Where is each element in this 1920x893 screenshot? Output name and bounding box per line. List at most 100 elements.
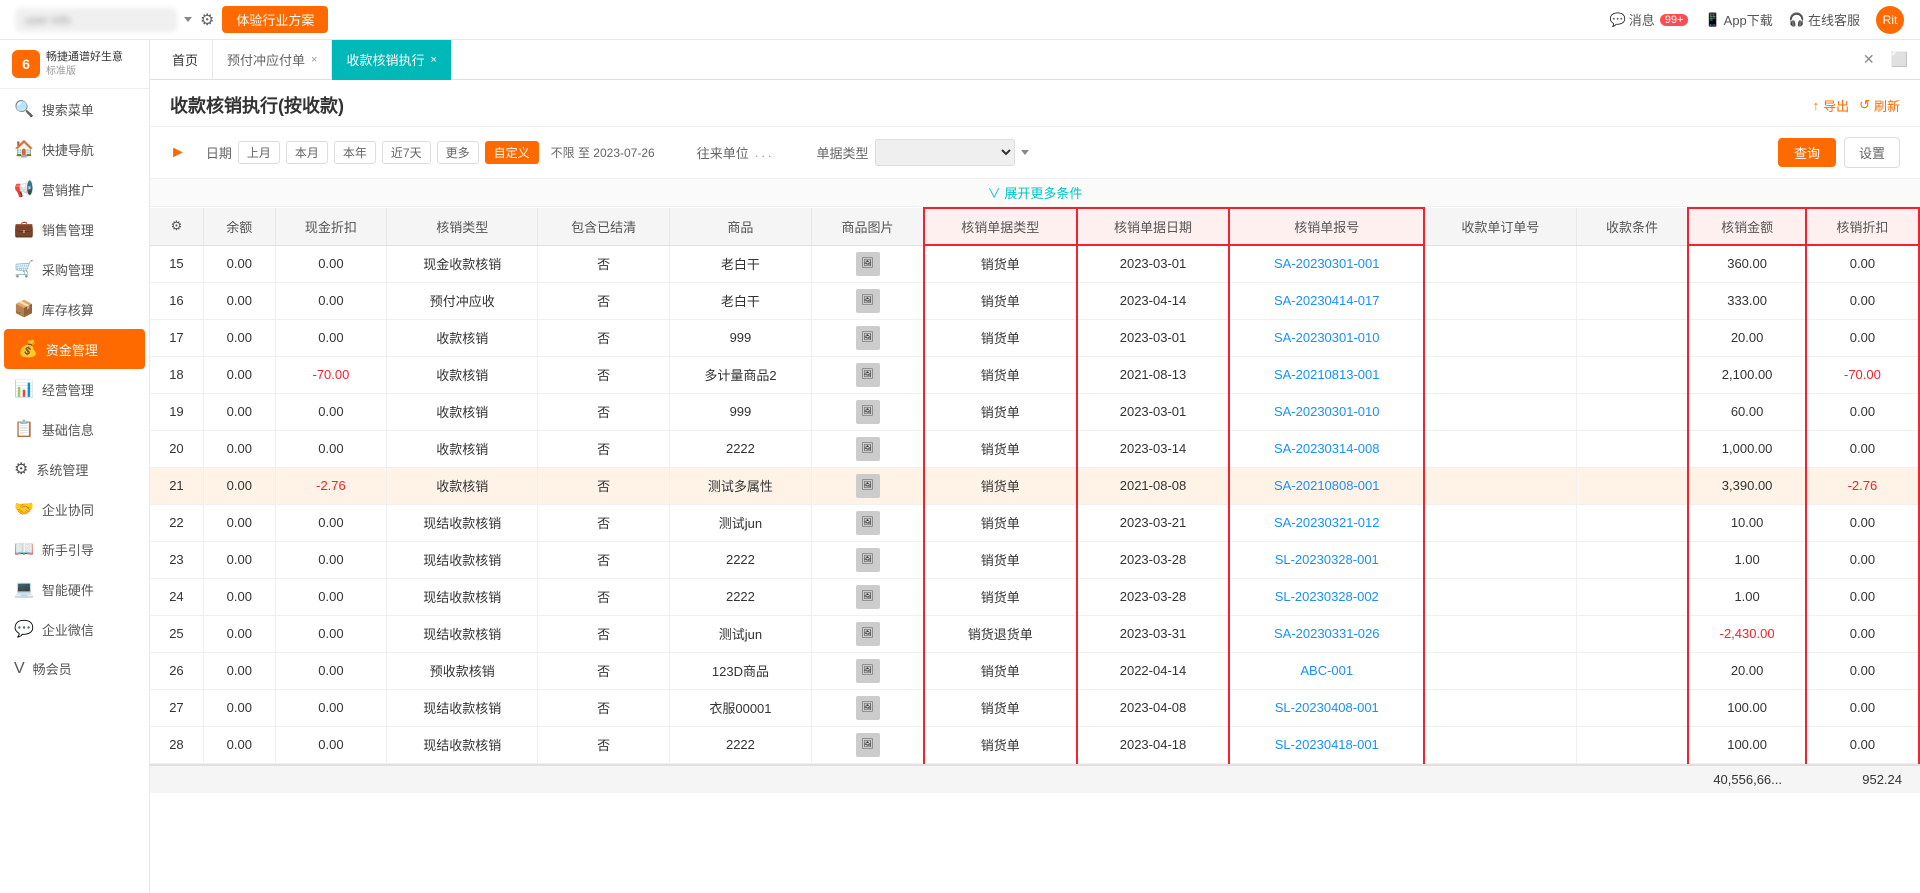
sidebar-item-guide[interactable]: 📖新手引导: [0, 529, 149, 569]
cell-verify-bill-type: 销货单: [924, 319, 1077, 356]
online-service-link[interactable]: 🎧 在线客服: [1789, 10, 1860, 29]
tab-home[interactable]: 首页: [158, 40, 213, 80]
sidebar-item-operation[interactable]: 📊经营管理: [0, 369, 149, 409]
cell-verify-bill-no[interactable]: SA-20230414-017: [1229, 282, 1424, 319]
cell-verify-bill-no[interactable]: SA-20210808-001: [1229, 467, 1424, 504]
gear-settings-button[interactable]: ⚙: [200, 10, 214, 30]
sidebar-item-system[interactable]: ⚙系统管理: [0, 449, 149, 489]
tab-actions: ✕ ⬜: [1859, 47, 1912, 72]
receipt-type-select[interactable]: [875, 139, 1015, 166]
cell-cash-discount: 0.00: [275, 578, 387, 615]
cell-goods-img: 🖼: [812, 726, 924, 763]
sidebar-item-member[interactable]: V畅会员: [0, 649, 149, 688]
message-icon-area[interactable]: 💬 消息 99+: [1610, 10, 1689, 29]
tab-receipt[interactable]: 收款核销执行 ×: [332, 40, 451, 80]
verify-bill-no-link[interactable]: SL-20230328-002: [1275, 589, 1379, 604]
cell-cash-discount: 0.00: [275, 504, 387, 541]
cell-verify-bill-type: 销货退货单: [924, 615, 1077, 652]
more-date-btn[interactable]: 更多: [437, 141, 479, 164]
cell-verify-bill-no[interactable]: SL-20230328-002: [1229, 578, 1424, 615]
table-row: 15 0.00 0.00 现金收款核销 否 老白干 🖼 销货单 2023-03-…: [150, 245, 1919, 282]
query-button[interactable]: 查询: [1778, 138, 1836, 167]
sidebar-item-enterprise[interactable]: 🤝企业协同: [0, 489, 149, 529]
verify-bill-no-link[interactable]: SA-20230414-017: [1274, 293, 1380, 308]
this-year-btn[interactable]: 本年: [334, 141, 376, 164]
verify-bill-no-link[interactable]: SA-20210808-001: [1274, 478, 1380, 493]
verify-bill-no-link[interactable]: SL-20230328-001: [1275, 552, 1379, 567]
verify-bill-no-link[interactable]: SA-20230321-012: [1274, 515, 1380, 530]
app-download-link[interactable]: 📱 App下载: [1704, 10, 1772, 29]
sidebar-item-sales[interactable]: 💼销售管理: [0, 209, 149, 249]
verify-bill-no-link[interactable]: SA-20230301-010: [1274, 404, 1380, 419]
last-7-days-btn[interactable]: 近7天: [382, 141, 431, 164]
sidebar-item-purchase[interactable]: 🛒采购管理: [0, 249, 149, 289]
table-row: 17 0.00 0.00 收款核销 否 999 🖼 销货单 2023-03-01…: [150, 319, 1919, 356]
sidebar-item-search-menu[interactable]: 🔍搜索菜单: [0, 89, 149, 129]
custom-date-btn[interactable]: 自定义: [485, 141, 539, 164]
cell-include-settled: 否: [538, 430, 669, 467]
cell-verify-bill-no[interactable]: SA-20210813-001: [1229, 356, 1424, 393]
cell-verify-bill-no[interactable]: SA-20230301-001: [1229, 245, 1424, 282]
verify-bill-no-link[interactable]: SA-20230314-008: [1274, 441, 1380, 456]
verify-bill-no-link[interactable]: SA-20230331-026: [1274, 626, 1380, 641]
verify-bill-no-link[interactable]: SL-20230408-001: [1275, 700, 1379, 715]
sidebar-item-marketing[interactable]: 📢营销推广: [0, 169, 149, 209]
table-row: 16 0.00 0.00 预付冲应收 否 老白干 🖼 销货单 2023-04-1…: [150, 282, 1919, 319]
sidebar-item-smart[interactable]: 💻智能硬件: [0, 569, 149, 609]
cell-receipt-condition: [1576, 578, 1688, 615]
settings-button[interactable]: 设置: [1844, 137, 1900, 168]
footer-verify-amount-total: 40,556,66...: [1702, 772, 1782, 787]
table-row: 24 0.00 0.00 现结收款核销 否 2222 🖼 销货单 2023-03…: [150, 578, 1919, 615]
user-avatar[interactable]: Rit: [1876, 6, 1904, 34]
cell-verify-bill-no[interactable]: ABC-001: [1229, 652, 1424, 689]
cell-verify-bill-no[interactable]: SA-20230321-012: [1229, 504, 1424, 541]
top-bar-right: 💬 消息 99+ 📱 App下载 🎧 在线客服 Rit: [1610, 6, 1904, 34]
quick-nav-icon: 🏠: [14, 139, 34, 159]
sidebar-item-inventory[interactable]: 📦库存核算: [0, 289, 149, 329]
cell-verify-bill-date: 2022-04-14: [1077, 652, 1230, 689]
finance-label: 资金管理: [46, 340, 98, 359]
filter-expand-arrow[interactable]: ►: [170, 144, 186, 162]
sidebar-item-basic[interactable]: 📋基础信息: [0, 409, 149, 449]
table-row: 28 0.00 0.00 现结收款核销 否 2222 🖼 销货单 2023-04…: [150, 726, 1919, 763]
cell-verify-bill-no[interactable]: SA-20230331-026: [1229, 615, 1424, 652]
cell-verify-bill-no[interactable]: SA-20230301-010: [1229, 393, 1424, 430]
export-button[interactable]: ↑ 导出: [1813, 96, 1850, 115]
cell-goods-img: 🖼: [812, 689, 924, 726]
tab-close-all-button[interactable]: ✕: [1859, 47, 1879, 72]
receipt-tab-close-icon[interactable]: ×: [430, 54, 436, 66]
expand-conditions-button[interactable]: ∨ 展开更多条件: [988, 183, 1083, 202]
last-month-btn[interactable]: 上月: [238, 141, 280, 164]
cell-verify-discount: 0.00: [1806, 578, 1919, 615]
cell-verify-bill-no[interactable]: SL-20230328-001: [1229, 541, 1424, 578]
tab-maximize-button[interactable]: ⬜: [1887, 47, 1912, 72]
cell-receipt-condition: [1576, 430, 1688, 467]
col-header-settings[interactable]: ⚙: [150, 208, 203, 245]
cell-receipt-order-no: [1424, 541, 1576, 578]
cell-verify-bill-no[interactable]: SL-20230418-001: [1229, 726, 1424, 763]
cell-verify-bill-no[interactable]: SA-20230314-008: [1229, 430, 1424, 467]
cell-verify-bill-no[interactable]: SL-20230408-001: [1229, 689, 1424, 726]
cell-verify-bill-date: 2023-03-28: [1077, 541, 1230, 578]
sidebar-item-finance[interactable]: 💰资金管理: [4, 329, 145, 369]
cell-goods: 2222: [669, 726, 811, 763]
cell-receipt-order-no: [1424, 430, 1576, 467]
sidebar-item-quick-nav[interactable]: 🏠快捷导航: [0, 129, 149, 169]
cell-verify-bill-no[interactable]: SA-20230301-010: [1229, 319, 1424, 356]
prepay-tab-close-icon[interactable]: ×: [311, 54, 317, 66]
sidebar-item-wechat[interactable]: 💬企业微信: [0, 609, 149, 649]
search-input-top[interactable]: [16, 9, 176, 31]
industry-solution-button[interactable]: 体验行业方案: [222, 6, 328, 33]
verify-bill-no-link[interactable]: SA-20210813-001: [1274, 367, 1380, 382]
tab-prepay[interactable]: 预付冲应付单 ×: [213, 40, 332, 80]
cell-settings: 25: [150, 615, 203, 652]
verify-bill-no-link[interactable]: SA-20230301-001: [1274, 256, 1380, 271]
verify-bill-no-link[interactable]: ABC-001: [1300, 663, 1353, 678]
this-month-btn[interactable]: 本月: [286, 141, 328, 164]
verify-bill-no-link[interactable]: SL-20230418-001: [1275, 737, 1379, 752]
verify-bill-no-link[interactable]: SA-20230301-010: [1274, 330, 1380, 345]
cell-verify-amount: 60.00: [1688, 393, 1805, 430]
operation-icon: 📊: [14, 379, 34, 399]
cell-verify-bill-type: 销货单: [924, 245, 1077, 282]
refresh-button[interactable]: ↺ 刷新: [1859, 96, 1900, 115]
